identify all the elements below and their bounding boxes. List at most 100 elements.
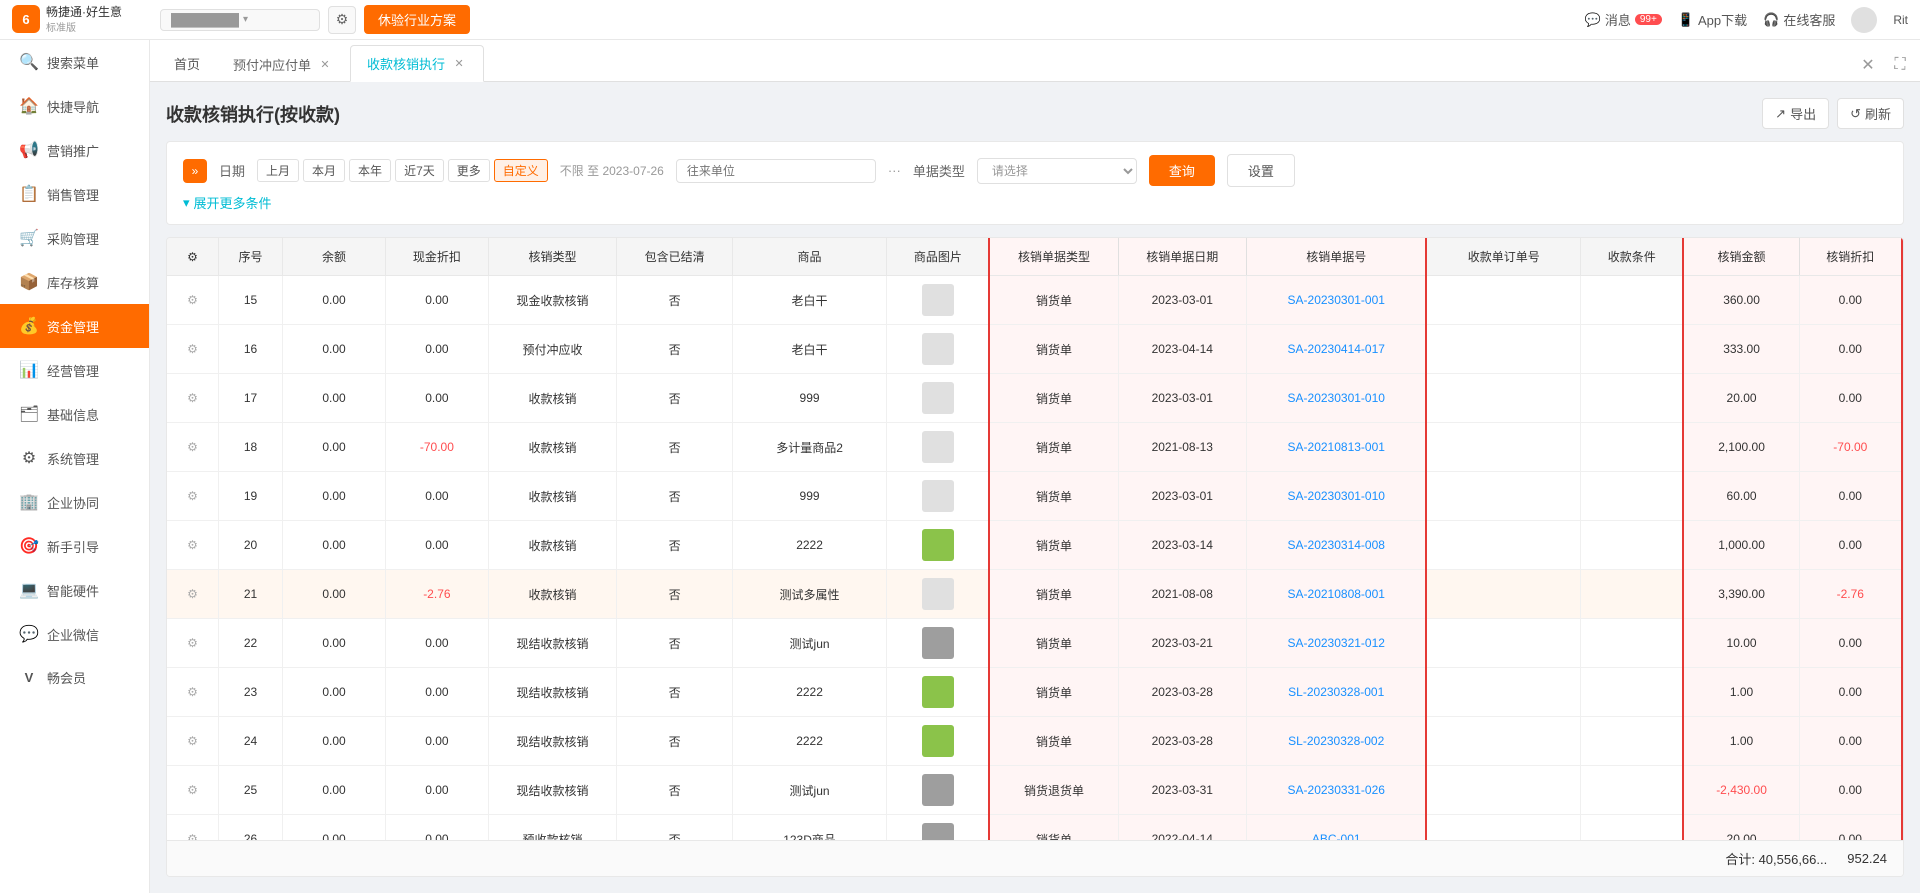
cell-settings[interactable]: ⚙	[167, 815, 218, 841]
cell-write-off-no[interactable]: SA-20210813-001	[1247, 423, 1427, 472]
tab-prepay-close[interactable]: ✕	[317, 57, 333, 73]
cell-write-off-type: 收款核销	[488, 521, 617, 570]
sidebar-item-business[interactable]: 📊 经营管理	[0, 348, 149, 392]
col-write-off-type-header: 核销类型	[488, 238, 617, 276]
sidebar-item-purchase[interactable]: 🛒 采购管理	[0, 216, 149, 260]
product-img	[922, 774, 954, 806]
cell-include-settled: 否	[617, 766, 733, 815]
search-button[interactable]: 查询	[1149, 155, 1215, 186]
table-row: ⚙ 26 0.00 0.00 预收款核销 否 123D商品 销货单 2022-0…	[167, 815, 1902, 841]
date-btn-custom[interactable]: 自定义	[494, 159, 548, 182]
date-btn-this-year[interactable]: 本年	[349, 159, 391, 182]
cell-write-off-no[interactable]: SL-20230328-002	[1247, 717, 1427, 766]
table-wrap[interactable]: ⚙ 序号 余额 现金折扣 核销类型 包含已结清 商品 商品图片 核销单据类型 核…	[167, 238, 1903, 840]
top-right: 💬 消息 99+ 📱 App下载 🎧 在线客服 Rit	[1585, 7, 1908, 33]
basic-icon: 🗂	[19, 404, 39, 424]
sidebar-item-wechat[interactable]: 💬 企业微信	[0, 612, 149, 656]
tab-receipt[interactable]: 收款核销执行 ✕	[350, 45, 484, 82]
cell-receipt-order-no	[1426, 521, 1580, 570]
date-btn-more[interactable]: 更多	[448, 159, 490, 182]
cell-write-off-type: 现金收款核销	[488, 276, 617, 325]
cell-write-off-no[interactable]: SA-20230301-001	[1247, 276, 1427, 325]
cell-settings[interactable]: ⚙	[167, 374, 218, 423]
sidebar-item-shortcut[interactable]: 🏠 快捷导航	[0, 84, 149, 128]
cell-write-off-date: 2023-03-31	[1118, 766, 1247, 815]
industry-button[interactable]: 休验行业方案	[364, 5, 470, 34]
sidebar-label-guide: 新手引导	[47, 537, 99, 556]
notification-item[interactable]: 💬 消息 99+	[1585, 10, 1662, 29]
date-btn-7days[interactable]: 近7天	[395, 159, 444, 182]
sidebar-item-guide[interactable]: 🎯 新手引导	[0, 524, 149, 568]
sidebar-item-sales[interactable]: 📋 销售管理	[0, 172, 149, 216]
tab-home[interactable]: 首页	[158, 46, 216, 81]
cell-write-off-no[interactable]: SA-20230331-026	[1247, 766, 1427, 815]
cell-write-off-no[interactable]: SA-20230321-012	[1247, 619, 1427, 668]
cell-write-off-no[interactable]: SA-20210808-001	[1247, 570, 1427, 619]
cell-write-off-amount: 10.00	[1683, 619, 1799, 668]
cell-settings[interactable]: ⚙	[167, 472, 218, 521]
tab-bar-right: ✕ ⛶	[1856, 53, 1912, 81]
cell-settings[interactable]: ⚙	[167, 766, 218, 815]
cell-settings[interactable]: ⚙	[167, 521, 218, 570]
cell-settings[interactable]: ⚙	[167, 570, 218, 619]
cell-settings[interactable]: ⚙	[167, 717, 218, 766]
receipt-type-select[interactable]: 请选择	[977, 158, 1137, 184]
refresh-button[interactable]: ↺ 刷新	[1837, 98, 1904, 129]
date-btn-last-month[interactable]: 上月	[257, 159, 299, 182]
cell-settings[interactable]: ⚙	[167, 423, 218, 472]
sidebar-label-hardware: 智能硬件	[47, 581, 99, 600]
cell-cash-discount: -70.00	[385, 423, 488, 472]
app-download-item[interactable]: 📱 App下载	[1678, 10, 1747, 29]
user-avatar[interactable]	[1851, 7, 1877, 33]
sidebar-item-corp[interactable]: 🏢 企业协同	[0, 480, 149, 524]
cell-write-off-no[interactable]: SA-20230414-017	[1247, 325, 1427, 374]
filter-toggle[interactable]: »	[183, 159, 207, 183]
cell-receipt-order-no	[1426, 472, 1580, 521]
sidebar-label-inventory: 库存核算	[47, 273, 99, 292]
cell-settings[interactable]: ⚙	[167, 668, 218, 717]
sidebar-item-basic[interactable]: 🗂 基础信息	[0, 392, 149, 436]
col-write-off-date-header: 核销单据日期	[1118, 238, 1247, 276]
online-service-item[interactable]: 🎧 在线客服	[1763, 10, 1835, 29]
sidebar-item-marketing[interactable]: 📢 营销推广	[0, 128, 149, 172]
cell-write-off-no[interactable]: ABC-001	[1247, 815, 1427, 841]
cell-settings[interactable]: ⚙	[167, 619, 218, 668]
col-product-header: 商品	[732, 238, 886, 276]
sidebar-item-finance[interactable]: 💰 资金管理	[0, 304, 149, 348]
partner-input[interactable]	[676, 159, 876, 183]
cell-write-off-amount: 333.00	[1683, 325, 1799, 374]
sidebar-item-inventory[interactable]: 📦 库存核算	[0, 260, 149, 304]
tab-prepay[interactable]: 预付冲应付单 ✕	[216, 46, 350, 82]
sidebar-item-search[interactable]: 🔍 搜索菜单	[0, 40, 149, 84]
cell-product-img	[887, 276, 990, 325]
tab-receipt-close[interactable]: ✕	[451, 56, 467, 72]
gear-button[interactable]: ⚙	[328, 6, 356, 34]
cell-index: 22	[218, 619, 282, 668]
export-button[interactable]: ↗ 导出	[1762, 98, 1829, 129]
cell-index: 17	[218, 374, 282, 423]
sidebar-item-system[interactable]: ⚙ 系统管理	[0, 436, 149, 480]
sidebar-item-hardware[interactable]: 💻 智能硬件	[0, 568, 149, 612]
cell-write-off-no[interactable]: SA-20230314-008	[1247, 521, 1427, 570]
page-title: 收款核销执行(按收款)	[166, 101, 340, 127]
cell-settings[interactable]: ⚙	[167, 276, 218, 325]
date-btn-this-month[interactable]: 本月	[303, 159, 345, 182]
cell-index: 26	[218, 815, 282, 841]
table-row: ⚙ 24 0.00 0.00 现结收款核销 否 2222 销货单 2023-03…	[167, 717, 1902, 766]
cell-cash-discount: 0.00	[385, 521, 488, 570]
cell-balance: 0.00	[283, 619, 386, 668]
company-selector[interactable]: ████████ ▾	[160, 9, 320, 31]
cell-write-off-no[interactable]: SL-20230328-001	[1247, 668, 1427, 717]
cell-write-off-no[interactable]: SA-20230301-010	[1247, 472, 1427, 521]
sidebar-item-member[interactable]: V 畅会员	[0, 656, 149, 699]
product-img	[922, 382, 954, 414]
sidebar-label-finance: 资金管理	[47, 317, 99, 336]
setting-button[interactable]: 设置	[1227, 154, 1295, 187]
cell-settings[interactable]: ⚙	[167, 325, 218, 374]
cell-receipt-order-no	[1426, 570, 1580, 619]
close-window-icon[interactable]: ✕	[1856, 53, 1880, 77]
product-img	[922, 627, 954, 659]
expand-window-icon[interactable]: ⛶	[1888, 53, 1912, 77]
cell-write-off-no[interactable]: SA-20230301-010	[1247, 374, 1427, 423]
expand-more-btn[interactable]: ▾ 展开更多条件	[183, 193, 1887, 212]
